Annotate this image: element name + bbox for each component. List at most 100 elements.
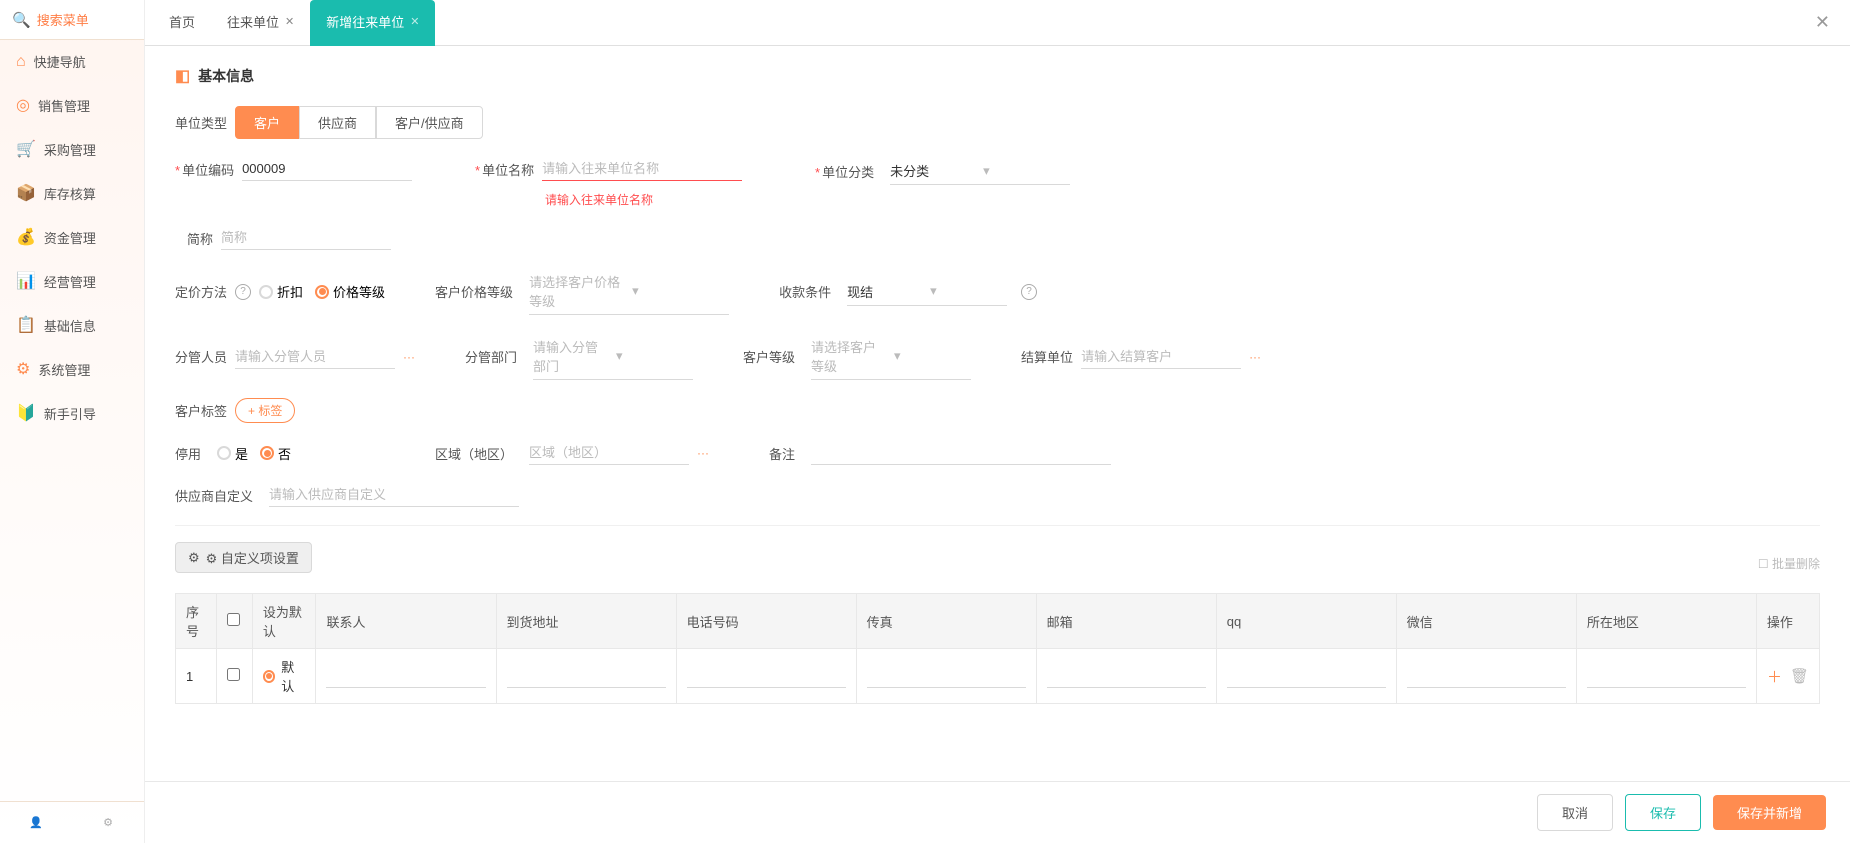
form-row-tags: 客户标签 + 标签	[175, 398, 1820, 423]
disabled-yes-circle	[217, 446, 231, 460]
col-qq: qq	[1216, 594, 1396, 649]
cancel-button[interactable]: 取消	[1537, 794, 1613, 831]
level-radio-circle	[315, 285, 329, 299]
tab-partners[interactable]: 往来单位 ✕	[211, 0, 310, 46]
pricing-method-label: 定价方法	[175, 282, 227, 301]
cell-contact[interactable]	[316, 649, 496, 704]
settlement-more-icon[interactable]: ···	[1249, 350, 1261, 364]
unit-type-both-btn[interactable]: 客户/供应商	[376, 106, 483, 139]
form-row-supplier-custom: 供应商自定义	[175, 483, 1820, 507]
tab-new-partner[interactable]: 新增往来单位 ✕	[310, 0, 435, 46]
sidebar-item-guide[interactable]: 🔰 新手引导	[0, 391, 144, 435]
customer-price-level-label: 客户价格等级	[435, 282, 513, 301]
pricing-method-help-icon[interactable]: ?	[235, 284, 251, 300]
row-add-icon[interactable]: ＋	[1767, 666, 1782, 687]
cell-fax[interactable]	[856, 649, 1036, 704]
customer-level-select[interactable]: 请选择客户等级 ▾	[811, 333, 971, 380]
disabled-group: 停用 是 否	[175, 444, 375, 463]
tab-partners-label: 往来单位	[227, 12, 279, 31]
batch-delete-button[interactable]: ☐ 批量删除	[1758, 555, 1820, 572]
fax-input[interactable]	[867, 664, 1026, 688]
purchase-icon: 🛒	[16, 139, 36, 159]
row-checkbox[interactable]	[227, 668, 240, 681]
default-label: 默认	[281, 657, 305, 695]
cell-address[interactable]	[496, 649, 676, 704]
table-header-checkbox[interactable]	[227, 613, 240, 626]
contact-input[interactable]	[326, 664, 485, 688]
window-close-button[interactable]: ✕	[1803, 12, 1842, 33]
payment-condition-select[interactable]: 现结 ▾	[847, 278, 1007, 306]
col-action: 操作	[1756, 594, 1819, 649]
disabled-no-radio[interactable]: 否	[260, 444, 291, 463]
custom-settings-button[interactable]: ⚙ ⚙ 自定义项设置	[175, 542, 312, 573]
unit-type-customer-btn[interactable]: 客户	[235, 106, 299, 139]
sidebar-search[interactable]: 🔍 搜索菜单	[0, 0, 144, 40]
region-input[interactable]	[529, 441, 689, 465]
manager-input[interactable]	[235, 345, 395, 369]
sidebar-item-system[interactable]: ⚙ 系统管理	[0, 347, 144, 391]
dept-placeholder: 请输入分管部门	[533, 337, 610, 375]
short-name-input[interactable]	[221, 226, 391, 250]
sidebar-item-basic-info[interactable]: 📋 基础信息	[0, 303, 144, 347]
sidebar-item-inventory[interactable]: 📦 库存核算	[0, 171, 144, 215]
remarks-input[interactable]	[811, 441, 1111, 465]
settlement-unit-group: 结算单位 ···	[1021, 345, 1261, 369]
region-more-icon[interactable]: ···	[697, 446, 709, 460]
sidebar-item-sales[interactable]: ◎ 销售管理	[0, 83, 144, 127]
save-new-button[interactable]: 保存并新增	[1713, 795, 1826, 830]
supplier-custom-input[interactable]	[269, 483, 519, 507]
sidebar-item-label: 快捷导航	[34, 52, 86, 71]
unit-name-label: *单位名称	[475, 160, 534, 179]
unit-type-label: 单位类型	[175, 113, 227, 132]
chevron-down-icon: ▾	[632, 283, 729, 299]
sidebar-item-quick-nav[interactable]: ⌂ 快捷导航	[0, 40, 144, 83]
settlement-unit-input[interactable]	[1081, 345, 1241, 369]
sidebar-item-purchase[interactable]: 🛒 采购管理	[0, 127, 144, 171]
email-input[interactable]	[1047, 664, 1206, 688]
manager-more-icon[interactable]: ···	[403, 350, 415, 364]
tab-partners-close-icon[interactable]: ✕	[285, 15, 294, 28]
row-delete-icon[interactable]: 🗑	[1790, 667, 1809, 685]
cell-email[interactable]	[1036, 649, 1216, 704]
address-input[interactable]	[507, 664, 666, 688]
section-basic-info-title: ◧ 基本信息	[175, 66, 1820, 86]
sidebar-item-operation[interactable]: 📊 经营管理	[0, 259, 144, 303]
tab-home[interactable]: 首页	[153, 0, 211, 46]
cell-qq[interactable]	[1216, 649, 1396, 704]
cell-seq: 1	[176, 649, 217, 704]
customer-level-label: 客户等级	[743, 347, 795, 366]
tab-new-partner-close-icon[interactable]: ✕	[410, 15, 419, 28]
customer-price-level-select[interactable]: 请选择客户价格等级 ▾	[529, 268, 729, 315]
unit-type-supplier-btn[interactable]: 供应商	[299, 106, 376, 139]
unit-name-input[interactable]	[542, 157, 742, 181]
qq-input[interactable]	[1227, 664, 1386, 688]
finance-icon: 💰	[16, 227, 36, 247]
default-radio-circle[interactable]	[263, 670, 275, 683]
disabled-yes-radio[interactable]: 是	[217, 444, 248, 463]
unit-category-group: *单位分类 未分类 ▾	[795, 157, 1070, 185]
user-icon: 👤	[29, 816, 43, 829]
cell-phone[interactable]	[676, 649, 856, 704]
save-button[interactable]: 保存	[1625, 794, 1701, 831]
info-icon: ◧	[175, 66, 190, 86]
search-icon: 🔍	[12, 11, 31, 29]
table-row: 1 默认	[176, 649, 1820, 704]
payment-condition-label: 收款条件	[779, 282, 831, 301]
sidebar-item-finance[interactable]: 💰 资金管理	[0, 215, 144, 259]
unit-category-select[interactable]: 未分类 ▾	[890, 157, 1070, 185]
payment-condition-help-icon[interactable]: ?	[1021, 284, 1037, 300]
col-seq: 序号	[176, 594, 217, 649]
pricing-discount-radio[interactable]: 折扣	[259, 282, 303, 301]
cell-region[interactable]	[1576, 649, 1756, 704]
unit-code-input[interactable]	[242, 157, 412, 181]
sidebar-bottom-user[interactable]: 👤	[0, 810, 72, 835]
phone-input[interactable]	[687, 664, 846, 688]
region-table-input[interactable]	[1587, 664, 1746, 688]
sidebar-bottom-settings[interactable]: ⚙	[72, 810, 144, 835]
tag-add-button[interactable]: + 标签	[235, 398, 295, 423]
remarks-group: 备注	[769, 441, 1111, 465]
pricing-level-radio[interactable]: 价格等级	[315, 282, 385, 301]
wechat-input[interactable]	[1407, 664, 1566, 688]
cell-wechat[interactable]	[1396, 649, 1576, 704]
dept-select[interactable]: 请输入分管部门 ▾	[533, 333, 693, 380]
